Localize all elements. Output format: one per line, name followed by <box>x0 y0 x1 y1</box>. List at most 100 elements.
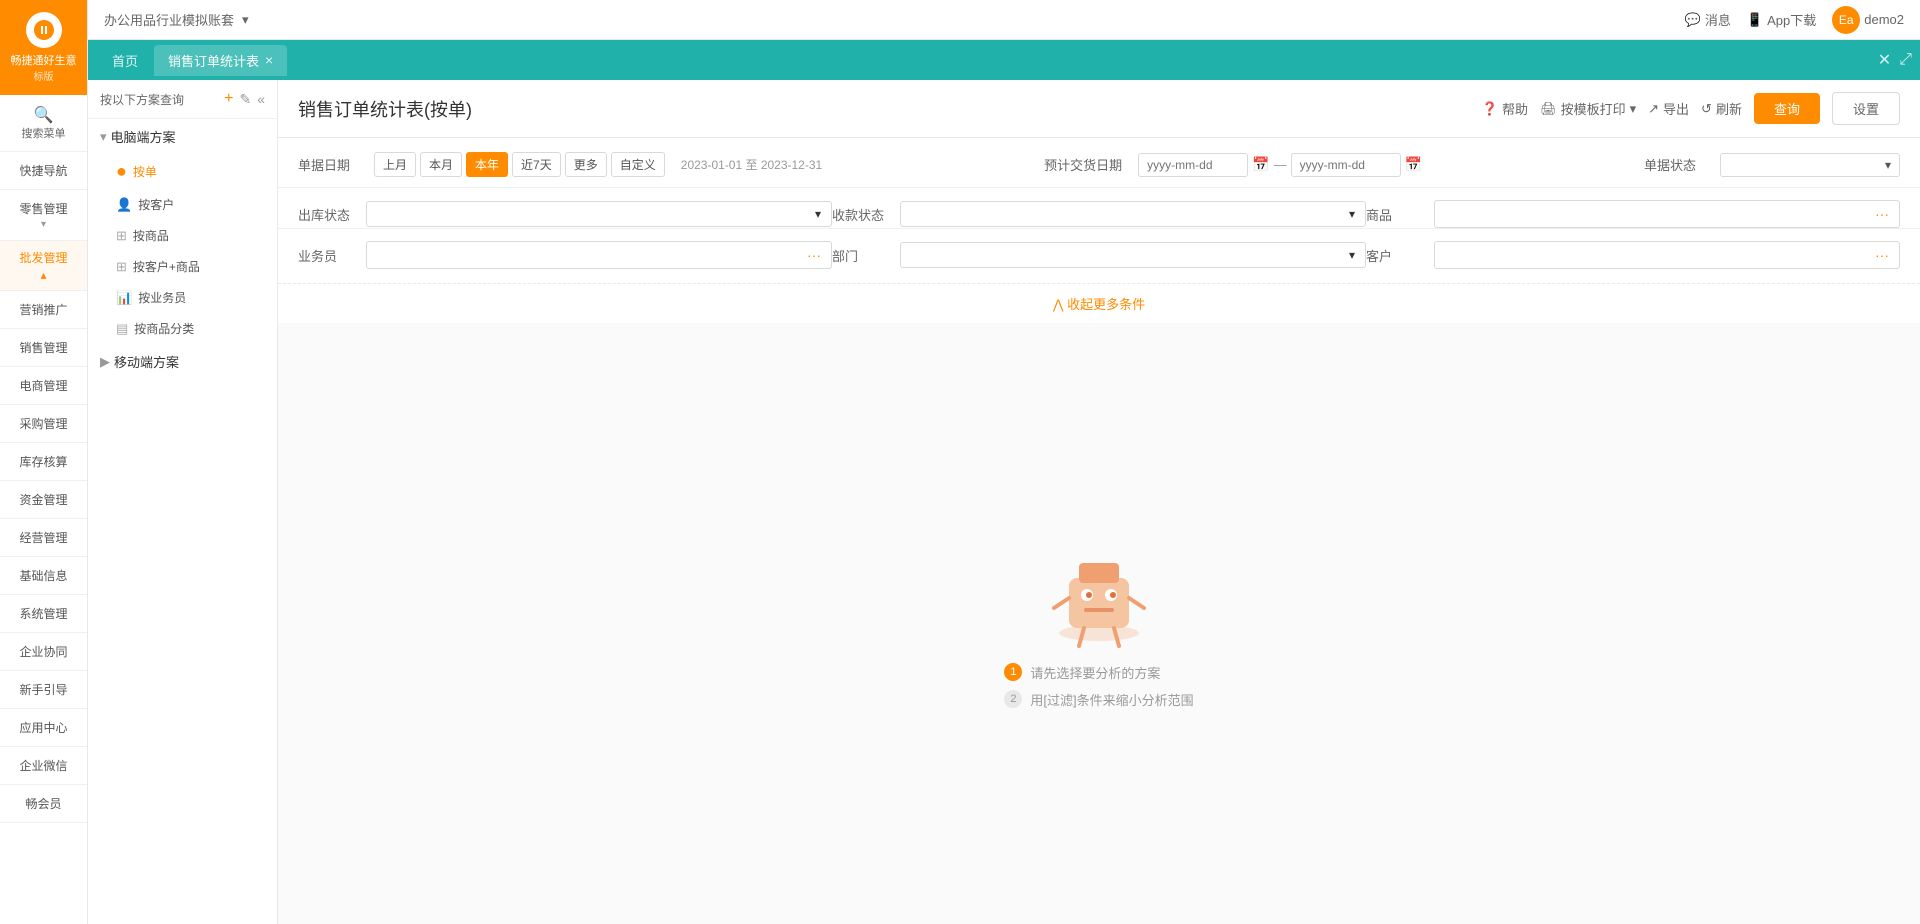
window-close-icon[interactable]: ✕ <box>1878 50 1891 70</box>
scheme-by-order-label: 按单 <box>133 163 157 180</box>
scheme-by-goods-label: 按商品 <box>133 227 169 244</box>
payment-status-col: 收款状态 ▾ <box>832 200 1366 228</box>
date-btn-lastmonth[interactable]: 上月 <box>374 152 416 177</box>
customer-col: 客户 ··· <box>1366 241 1900 269</box>
goods-col: 商品 ··· <box>1366 200 1900 228</box>
tip-num-2: 2 <box>1004 690 1022 708</box>
export-label: 导出 <box>1663 99 1689 118</box>
expected-date-end[interactable] <box>1291 153 1401 177</box>
user-menu[interactable]: Ea demo2 <box>1832 6 1904 34</box>
right-content: 销售订单统计表(按单) ❓ 帮助 🖨 按模板打印 ▾ ↗ <box>278 80 1920 924</box>
sidebar-item-basic[interactable]: 基础信息 <box>0 557 87 595</box>
date-btn-thismonth[interactable]: 本月 <box>420 152 462 177</box>
help-icon: ❓ <box>1482 101 1498 117</box>
dept-select[interactable]: ▾ <box>900 242 1366 268</box>
date-separator: — <box>1274 157 1287 172</box>
goods-dots-icon[interactable]: ··· <box>1875 206 1889 222</box>
scheme-by-salesperson[interactable]: 📊 按业务员 <box>88 282 277 313</box>
salesperson-dots-icon[interactable]: ··· <box>807 247 821 263</box>
tree-mobile-schemes[interactable]: ▶ 移动端方案 <box>88 344 277 379</box>
tab-sales-report[interactable]: 销售订单统计表 × <box>154 45 287 76</box>
add-scheme-icon[interactable]: + <box>224 90 233 108</box>
sidebar-item-marketing[interactable]: 营销推广 <box>0 291 87 329</box>
scheme-by-order[interactable]: ● 按单 <box>88 154 277 189</box>
person-icon: 👤 <box>116 197 132 213</box>
scheme-by-customer-goods[interactable]: ⊞ 按客户+商品 <box>88 251 277 282</box>
status-select[interactable]: ▾ <box>1720 153 1900 177</box>
sidebar-item-app-center[interactable]: 应用中心 <box>0 709 87 747</box>
user-name: demo2 <box>1864 12 1904 27</box>
message-btn[interactable]: 💬 消息 <box>1685 10 1731 29</box>
wholesale-label: 批发管理 <box>19 249 67 266</box>
status-chevron-icon: ▾ <box>1885 158 1891 172</box>
scheme-by-category[interactable]: ▤ 按商品分类 <box>88 313 277 344</box>
edit-scheme-icon[interactable]: ✎ <box>239 91 251 108</box>
message-label: 消息 <box>1705 10 1731 29</box>
goods-label: 商品 <box>1366 205 1426 224</box>
avatar: Ea <box>1832 6 1860 34</box>
date-btn-more[interactable]: 更多 <box>565 152 607 177</box>
export-btn[interactable]: ↗ 导出 <box>1648 99 1689 118</box>
sidebar-item-management[interactable]: 经营管理 <box>0 519 87 557</box>
sidebar-item-finance[interactable]: 资金管理 <box>0 481 87 519</box>
chevron-down-icon: ▾ <box>41 219 46 230</box>
sidebar-search[interactable]: 🔍 搜索菜单 <box>0 95 87 152</box>
sidebar-item-wholesale[interactable]: 批发管理 ▴ <box>0 241 87 291</box>
query-button[interactable]: 查询 <box>1754 93 1820 124</box>
calendar1-icon[interactable]: 📅 <box>1252 156 1269 173</box>
window-expand-icon[interactable]: ⤢ <box>1899 51 1912 69</box>
scheme-by-goods[interactable]: ⊞ 按商品 <box>88 220 277 251</box>
sidebar-item-inventory[interactable]: 库存核算 <box>0 443 87 481</box>
page-header: 销售订单统计表(按单) ❓ 帮助 🖨 按模板打印 ▾ ↗ <box>278 80 1920 138</box>
collapse-bar[interactable]: ⋀ 收起更多条件 <box>278 283 1920 323</box>
empty-tips: 1 请先选择要分析的方案 2 用[过滤]条件来缩小分析范围 <box>1004 663 1193 709</box>
tab-close-icon[interactable]: × <box>265 52 273 68</box>
sidebar-item-enterprise[interactable]: 企业协同 <box>0 633 87 671</box>
chevron-up-icon: ▴ <box>40 268 46 282</box>
sidebar-item-system[interactable]: 系统管理 <box>0 595 87 633</box>
sidebar-item-guide[interactable]: 新手引导 <box>0 671 87 709</box>
date-btn-custom[interactable]: 自定义 <box>611 152 665 177</box>
sidebar-item-member[interactable]: 畅会员 <box>0 785 87 823</box>
collapse-panel-icon[interactable]: « <box>257 91 265 107</box>
workspace-dropdown-icon[interactable]: ▾ <box>242 12 249 28</box>
finance-label: 资金管理 <box>19 491 67 508</box>
tab-home[interactable]: 首页 <box>96 45 154 76</box>
scheme-circle-icon: ● <box>116 161 127 182</box>
message-icon: 💬 <box>1685 12 1701 28</box>
help-btn[interactable]: ❓ 帮助 <box>1482 99 1528 118</box>
goods-select[interactable]: ··· <box>1434 200 1900 228</box>
dept-label: 部门 <box>832 246 892 265</box>
sidebar-item-sales[interactable]: 销售管理 <box>0 329 87 367</box>
refresh-btn[interactable]: ↺ 刷新 <box>1701 99 1742 118</box>
customer-select[interactable]: ··· <box>1434 241 1900 269</box>
filter-row-1: 单据日期 上月 本月 本年 近7天 更多 自定义 2023-01-01 至 20… <box>278 138 1920 188</box>
settings-button[interactable]: 设置 <box>1832 92 1900 125</box>
sidebar-item-purchase[interactable]: 采购管理 <box>0 405 87 443</box>
sales-label: 销售管理 <box>19 339 67 356</box>
salesperson-label: 业务员 <box>298 246 358 265</box>
ship-status-select[interactable]: ▾ <box>366 201 832 227</box>
empty-illustration <box>1029 538 1169 651</box>
app-center-label: 应用中心 <box>19 719 67 736</box>
tree-arrow-icon: ▾ <box>100 129 107 145</box>
tree-pc-schemes[interactable]: ▾ 电脑端方案 <box>88 119 277 154</box>
scheme-by-customer[interactable]: 👤 按客户 <box>88 189 277 220</box>
app-download-label: App下载 <box>1767 10 1816 29</box>
sidebar-item-ecommerce[interactable]: 电商管理 <box>0 367 87 405</box>
salesperson-select[interactable]: ··· <box>366 241 832 269</box>
filter-row-3: 业务员 ··· 部门 ▾ 客户 <box>278 229 1920 269</box>
app-download-btn[interactable]: 📱 App下载 <box>1747 10 1816 29</box>
calendar2-icon[interactable]: 📅 <box>1405 156 1422 173</box>
date-btn-thisyear[interactable]: 本年 <box>466 152 508 177</box>
date-btn-7days[interactable]: 近7天 <box>512 152 561 177</box>
print-btn[interactable]: 🖨 按模板打印 ▾ <box>1540 99 1636 118</box>
payment-status-select[interactable]: ▾ <box>900 201 1366 227</box>
sidebar-shortcut[interactable]: 快捷导航 <box>0 152 87 190</box>
customer-dots-icon[interactable]: ··· <box>1875 247 1889 263</box>
purchase-label: 采购管理 <box>19 415 67 432</box>
expected-date-start[interactable] <box>1138 153 1248 177</box>
salesperson-col: 业务员 ··· <box>298 241 832 269</box>
sidebar-item-retail[interactable]: 零售管理 ▾ <box>0 190 87 241</box>
sidebar-item-wechat[interactable]: 企业微信 <box>0 747 87 785</box>
